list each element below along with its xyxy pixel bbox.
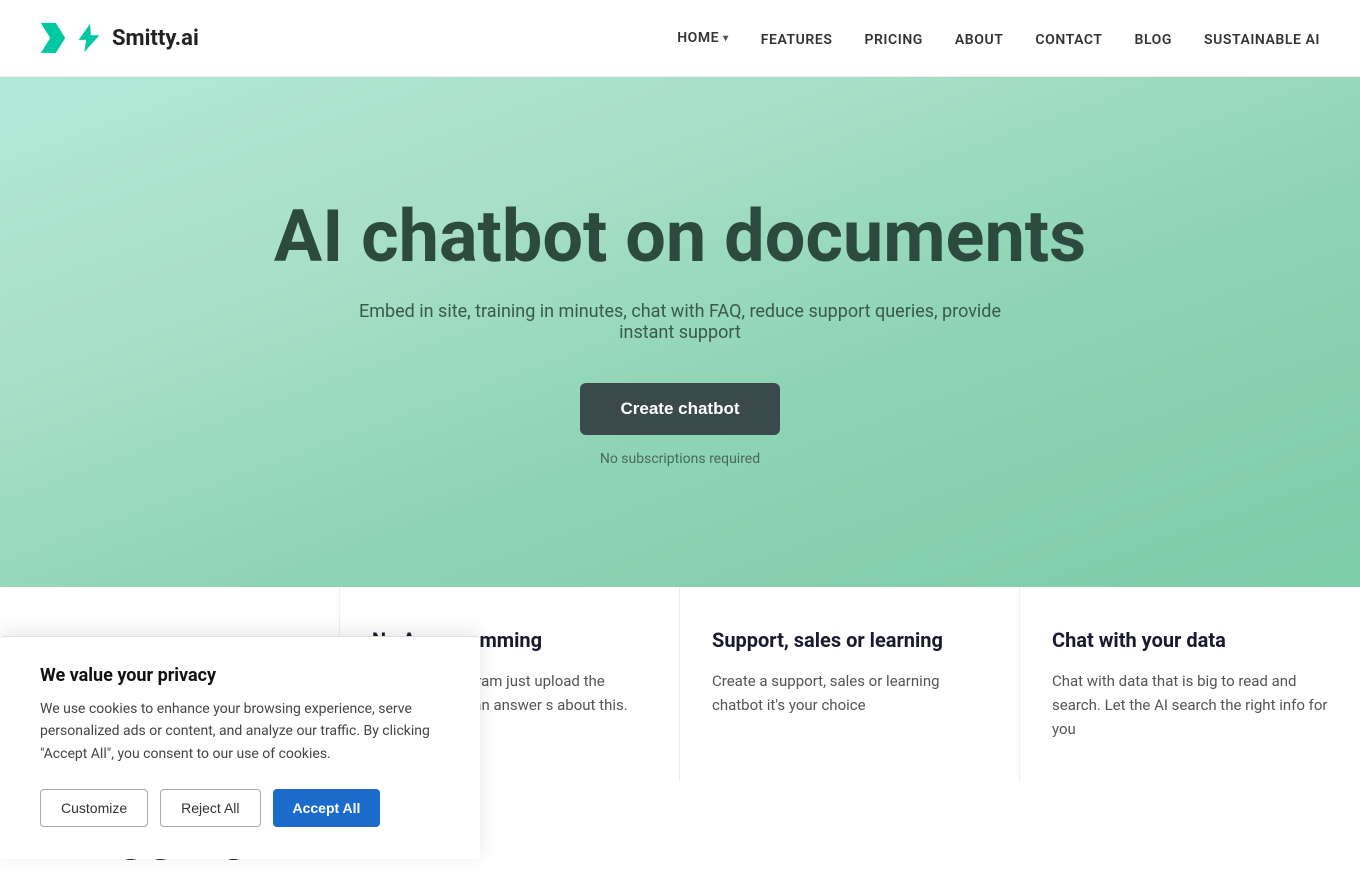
nav-item-blog[interactable]: BLOG	[1135, 29, 1172, 48]
navbar: Smitty.ai HOME ▾ FEATURES PRICING ABOUT …	[0, 0, 1360, 77]
nav-link-home[interactable]: HOME ▾	[677, 30, 729, 46]
feature-title-support-sales: Support, sales or learning	[712, 627, 987, 653]
logo-lightning-icon	[76, 23, 102, 53]
nav-item-contact[interactable]: CONTACT	[1035, 29, 1102, 48]
feature-title-chat-data: Chat with your data	[1052, 627, 1328, 653]
hero-note: No subscriptions required	[600, 451, 760, 467]
chevron-down-icon: ▾	[723, 33, 729, 44]
nav-link-sustainable-ai[interactable]: SUSTAINABLE AI	[1204, 32, 1320, 48]
feature-card-chat-data: Chat with your data Chat with data that …	[1020, 587, 1360, 781]
logo-area[interactable]: Smitty.ai	[40, 23, 199, 53]
nav-link-pricing[interactable]: PRICING	[864, 32, 922, 48]
logo-text: Smitty.ai	[112, 26, 199, 51]
nav-link-features[interactable]: FEATURES	[761, 32, 833, 48]
accept-all-button[interactable]: Accept All	[273, 789, 381, 827]
customize-button[interactable]: Customize	[40, 789, 148, 827]
cookie-banner: We value your privacy We use cookies to …	[0, 636, 480, 859]
hero-title: AI chatbot on documents	[274, 197, 1086, 276]
cookie-title: We value your privacy	[40, 665, 440, 686]
cookie-buttons: Customize Reject All Accept All	[40, 789, 440, 827]
nav-item-features[interactable]: FEATURES	[761, 29, 833, 48]
cookie-text: We use cookies to enhance your browsing …	[40, 698, 440, 765]
nav-link-blog[interactable]: BLOG	[1135, 32, 1172, 48]
feature-desc-support-sales: Create a support, sales or learning chat…	[712, 669, 987, 717]
hero-section: AI chatbot on documents Embed in site, t…	[0, 77, 1360, 587]
create-chatbot-button[interactable]: Create chatbot	[580, 383, 779, 435]
feature-card-support-sales: Support, sales or learning Create a supp…	[680, 587, 1020, 781]
nav-item-about[interactable]: ABOUT	[955, 29, 1004, 48]
logo-icon	[40, 23, 66, 53]
feedback-wrapper[interactable]: 💬 Feedback	[1282, 361, 1360, 396]
nav-item-home[interactable]: HOME ▾	[677, 30, 729, 46]
nav-item-sustainable-ai[interactable]: SUSTAINABLE AI	[1204, 29, 1320, 48]
feature-desc-chat-data: Chat with data that is big to read and s…	[1052, 669, 1328, 741]
reject-all-button[interactable]: Reject All	[160, 789, 260, 827]
nav-link-contact[interactable]: CONTACT	[1035, 32, 1102, 48]
hero-subtitle: Embed in site, training in minutes, chat…	[330, 301, 1030, 343]
nav-item-pricing[interactable]: PRICING	[864, 29, 922, 48]
nav-link-about[interactable]: ABOUT	[955, 32, 1004, 48]
nav-links: HOME ▾ FEATURES PRICING ABOUT CONTACT BL…	[677, 29, 1320, 48]
